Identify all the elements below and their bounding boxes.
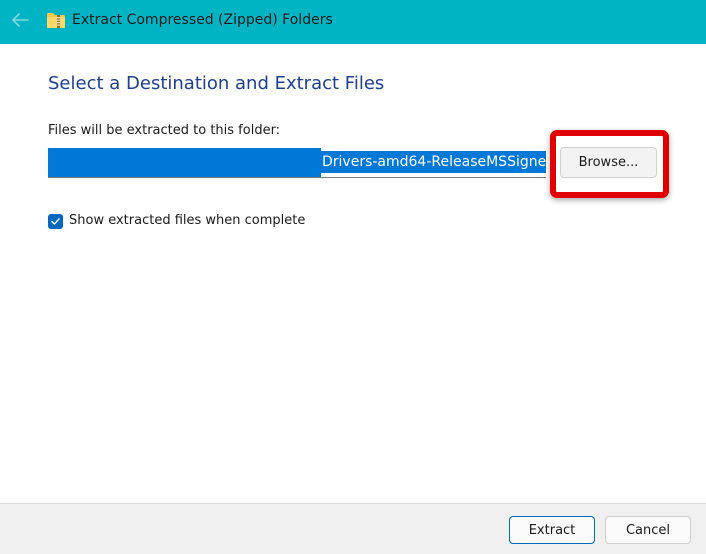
show-extracted-files-label: Show extracted files when complete <box>69 213 306 228</box>
cancel-button[interactable]: Cancel <box>605 516 691 544</box>
arrow-left-icon <box>12 13 29 27</box>
extract-button[interactable]: Extract <box>509 516 595 544</box>
dialog-footer: Extract Cancel <box>0 503 706 554</box>
window-title: Extract Compressed (Zipped) Folders <box>72 12 333 28</box>
page-heading: Select a Destination and Extract Files <box>48 73 385 94</box>
back-button[interactable] <box>6 8 34 32</box>
zipped-folder-icon <box>47 13 65 28</box>
path-text: Drivers-amd64-ReleaseMSSigned <box>321 151 546 173</box>
extract-dialog: Extract Compressed (Zipped) Folders Sele… <box>0 0 706 554</box>
checkmark-icon <box>51 217 60 225</box>
path-selection-highlight <box>48 148 321 177</box>
browse-button[interactable]: Browse... <box>560 147 657 178</box>
title-bar: Extract Compressed (Zipped) Folders <box>0 0 706 44</box>
show-extracted-files-checkbox[interactable] <box>48 213 63 229</box>
destination-path-input[interactable]: Drivers-amd64-ReleaseMSSigned <box>48 148 546 178</box>
destination-label: Files will be extracted to this folder: <box>48 123 281 138</box>
show-extracted-files-option[interactable]: Show extracted files when complete <box>48 211 305 231</box>
